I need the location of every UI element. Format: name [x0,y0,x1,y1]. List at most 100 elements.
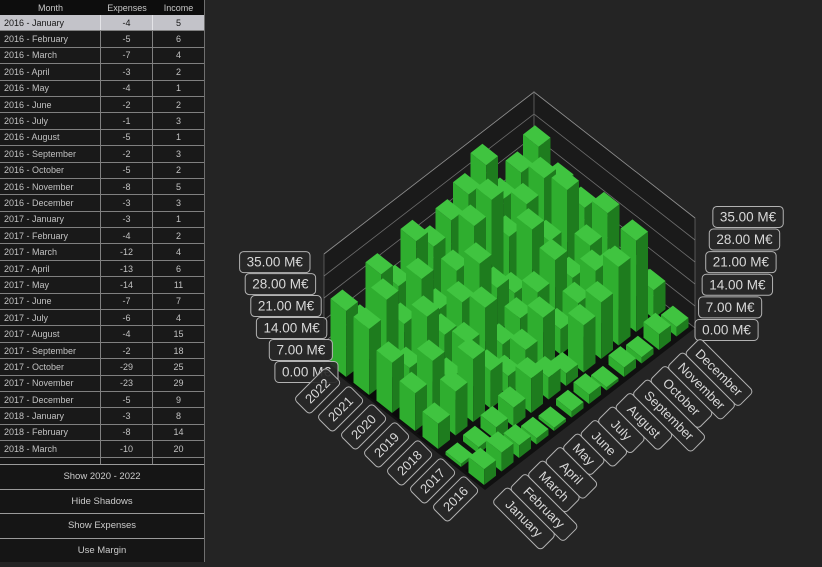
data-table-panel: Month Expenses Income 2016 - January -4 5 2… [0,0,205,562]
cell-expenses: -4 [101,228,153,244]
table-row[interactable]: 2016 - February -5 6 [0,31,204,48]
table-row[interactable]: 2016 - October -5 2 [0,162,204,179]
cell-expenses: -2 [101,96,153,113]
cell-income: 8 [175,411,181,422]
bar-face-right [583,316,596,373]
cell-expenses: -4 [101,80,153,96]
cell-month: 2017 - November [0,375,101,391]
column-header-expenses: Expenses [107,2,147,13]
cell-month: 2017 - December [0,391,101,408]
table-row[interactable]: 2017 - November -23 29 [0,375,204,392]
value-axis-label-right: 7.00 M€ [698,296,763,319]
table-row[interactable]: 2017 - April -13 6 [0,260,204,278]
bar-face-right [473,349,485,422]
table-row[interactable]: 2017 - July -6 4 [0,310,204,327]
value-axis-label-left: 7.00 M€ [268,339,333,362]
cell-expenses: -2 [101,342,153,359]
table-row[interactable]: 2017 - June -7 7 [0,293,204,311]
table-row[interactable]: 2017 - February -4 2 [0,228,204,245]
cell-income: 18 [173,345,184,356]
value-axis-label-left: 28.00 M€ [244,273,317,296]
table-row[interactable]: 2018 - January -3 8 [0,408,204,425]
cell-income: 5 [175,17,181,28]
table-row[interactable]: 2017 - March -12 4 [0,244,204,261]
cell-month: 2016 - October [0,162,101,178]
cell-income: 15 [173,329,184,340]
table-rows: 2016 - January -4 5 2016 - February -5 6 2016 … [0,15,204,458]
cell-month: 2017 - July [0,310,101,326]
cell-expenses: -8 [101,424,153,441]
cell-month: 2017 - September [0,342,101,359]
table-row[interactable]: 2016 - May -4 1 [0,80,204,97]
cell-expenses: -5 [101,162,153,178]
cell-expenses: -3 [101,408,153,424]
cell-income: 4 [175,247,181,258]
cell-expenses: -3 [101,64,153,80]
cell-income: 1 [175,132,181,143]
show-years-button[interactable]: Show 2020 - 2022 [0,464,204,489]
table-row[interactable]: 2016 - August -5 1 [0,129,204,147]
cell-income: 2 [175,99,181,110]
cell-income: 3 [175,148,181,159]
cell-month: 2017 - February [0,228,101,244]
cell-expenses: -13 [101,260,153,277]
table-row[interactable]: 2016 - December -3 3 [0,195,204,212]
table-row[interactable]: 2017 - May -14 11 [0,277,204,294]
table-row[interactable]: 2017 - August -4 15 [0,326,204,343]
cell-expenses: -8 [101,178,153,195]
control-buttons: Show 2020 - 2022 Hide Shadows Show Expen… [0,464,204,562]
cell-income: 4 [175,312,181,323]
bar-face-right [455,382,468,436]
cell-expenses: -6 [101,310,153,326]
value-axis-label-right: 14.00 M€ [701,273,774,296]
table-row[interactable]: 2016 - November -8 5 [0,178,204,196]
label-text: 0.00 M€ [702,323,751,338]
cell-month: 2016 - February [0,31,101,47]
cell-month: 2016 - January [0,15,101,31]
label-text: 14.00 M€ [709,277,766,292]
show-expenses-button[interactable]: Show Expenses [0,513,204,538]
value-axis-label-left: 35.00 M€ [239,251,311,274]
table-row[interactable]: 2018 - February -8 14 [0,424,204,442]
cell-expenses: -7 [101,293,153,310]
label-text: 21.00 M€ [258,299,315,314]
cell-expenses: -2 [101,146,153,162]
table-row[interactable]: 2017 - December -5 9 [0,391,204,409]
label-text: 35.00 M€ [247,255,304,270]
cell-expenses: -29 [101,359,153,375]
cell-month: 2016 - November [0,178,101,195]
cell-expenses: -3 [101,211,153,228]
table-row[interactable]: 2018 - March -10 20 [0,441,204,458]
cell-expenses: -3 [101,195,153,211]
table-row[interactable]: 2016 - June -2 2 [0,96,204,114]
hide-shadows-button[interactable]: Hide Shadows [0,488,204,513]
cell-expenses: -5 [101,129,153,146]
table-row[interactable]: 2016 - January -4 5 [0,15,204,32]
table-row[interactable]: 2016 - March -7 4 [0,47,204,65]
cell-income: 6 [175,34,181,45]
table-row[interactable]: 2017 - October -29 25 [0,359,204,376]
cell-month: 2016 - December [0,195,101,211]
use-margin-button[interactable]: Use Margin [0,537,204,562]
chart-area: 0.00 M€ 7.00 M€ 14.00 M€ 21.00 M€ 28.00 M€ 35… [205,0,822,562]
value-axis-label-right: 35.00 M€ [712,205,784,228]
cell-month: 2018 - January [0,408,101,424]
table-row[interactable]: 2016 - September -2 3 [0,146,204,163]
value-axis-label-right: 21.00 M€ [705,251,777,274]
cell-month: 2016 - April [0,64,101,80]
table-row[interactable]: 2016 - April -3 2 [0,64,204,81]
cell-month: 2017 - January [0,211,101,228]
cell-expenses: -12 [101,244,153,260]
cell-month: 2017 - August [0,326,101,342]
table-row[interactable]: 2017 - January -3 1 [0,211,204,229]
bar-face-right [618,257,631,346]
table-row[interactable]: 2017 - September -2 18 [0,342,204,360]
table-row[interactable]: 2016 - July -1 3 [0,113,204,130]
cell-income: 2 [175,230,181,241]
income-3d-column-chart: 0.00 M€ 7.00 M€ 14.00 M€ 21.00 M€ 28.00 M€ 35… [205,0,822,562]
cell-expenses: -5 [101,31,153,47]
cell-expenses: -14 [101,277,153,293]
cell-income: 29 [173,378,184,389]
value-axis-label-left: 21.00 M€ [250,295,322,318]
cell-income: 9 [175,394,181,405]
